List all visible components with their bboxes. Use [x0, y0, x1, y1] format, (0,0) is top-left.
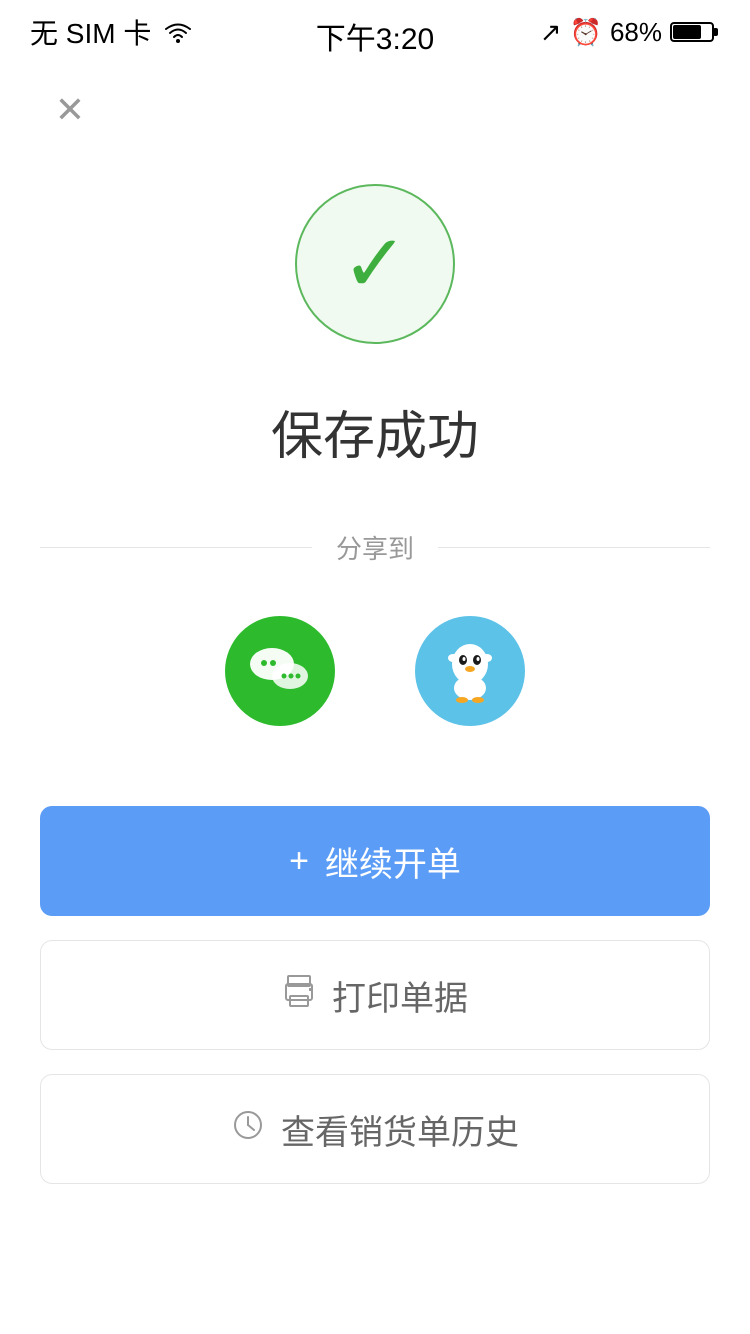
qq-icon: [442, 638, 498, 704]
wechat-share-button[interactable]: [225, 616, 335, 726]
status-left: 无 SIM 卡: [30, 12, 193, 52]
print-button[interactable]: 打印单据: [40, 940, 710, 1050]
share-divider: 分享到: [40, 529, 710, 566]
battery-text: 68%: [610, 17, 662, 48]
success-circle: ✓: [295, 184, 455, 344]
close-icon: ✕: [55, 89, 85, 131]
divider-line-left: [40, 547, 312, 548]
share-icons-container: [40, 616, 710, 726]
qq-share-button[interactable]: [415, 616, 525, 726]
wifi-icon: [163, 21, 193, 43]
wechat-icon: [246, 642, 314, 700]
close-button[interactable]: ✕: [40, 80, 100, 140]
printer-icon: [282, 974, 316, 1017]
clock-icon: [231, 1108, 265, 1151]
alarm-icon: ⏰: [570, 17, 602, 48]
plus-icon: +: [289, 842, 309, 881]
action-buttons-container: + 继续开单 打印单据 查看销货单历史: [0, 806, 750, 1184]
success-area: ✓ 保存成功 分享到: [0, 64, 750, 1184]
divider-line-right: [438, 547, 710, 548]
checkmark-icon: ✓: [341, 224, 408, 304]
location-icon: ↗: [540, 17, 562, 48]
share-label: 分享到: [312, 529, 438, 566]
history-button[interactable]: 查看销货单历史: [40, 1074, 710, 1184]
share-section: 分享到: [0, 529, 750, 806]
success-title: 保存成功: [271, 394, 479, 469]
sim-text: 无 SIM 卡: [30, 12, 151, 52]
continue-label: 继续开单: [325, 837, 461, 886]
continue-button[interactable]: + 继续开单: [40, 806, 710, 916]
status-bar: 无 SIM 卡 下午3:20 ↗ ⏰ 68%: [0, 0, 750, 64]
status-time: 下午3:20: [316, 14, 434, 58]
history-label: 查看销货单历史: [281, 1105, 519, 1154]
print-label: 打印单据: [332, 971, 468, 1020]
status-right: ↗ ⏰ 68%: [540, 17, 720, 48]
battery-icon: [670, 19, 720, 45]
